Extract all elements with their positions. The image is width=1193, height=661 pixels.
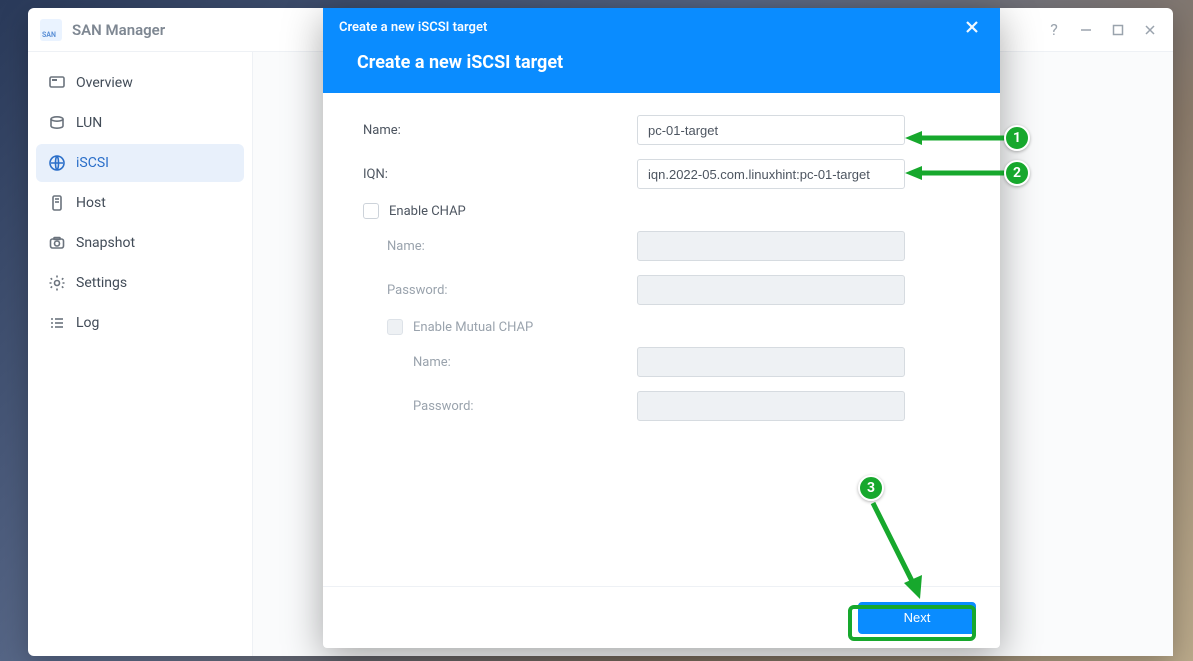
chap-name-label: Name: [363,239,637,254]
sidebar-item-iscsi[interactable]: iSCSI [36,144,244,182]
mutual-password-input [637,391,905,421]
create-iscsi-target-dialog: Create a new iSCSI target Create a new i… [323,8,1000,648]
enable-mutual-chap-row: Enable Mutual CHAP [363,319,960,335]
settings-icon [48,274,66,292]
dialog-close-button[interactable] [960,15,984,39]
mutual-name-input [637,347,905,377]
enable-mutual-chap-label: Enable Mutual CHAP [413,320,533,335]
log-icon [48,314,66,332]
close-button[interactable] [1141,21,1159,39]
app-icon [40,19,62,41]
mutual-name-label: Name: [363,355,637,370]
iscsi-icon [48,154,66,172]
minimize-button[interactable] [1077,21,1095,39]
name-row: Name: [363,115,960,145]
enable-chap-label: Enable CHAP [389,204,466,219]
maximize-button[interactable] [1109,21,1127,39]
dialog-title: Create a new iSCSI target [357,52,966,73]
dialog-title-row: Create a new iSCSI target [323,46,1000,93]
name-input[interactable] [637,115,905,145]
help-button[interactable]: ? [1045,21,1063,39]
sidebar-item-host[interactable]: Host [36,184,244,222]
sidebar-item-log[interactable]: Log [36,304,244,342]
snapshot-icon [48,234,66,252]
dialog-header: Create a new iSCSI target Create a new i… [323,8,1000,93]
sidebar-item-label: LUN [76,115,102,131]
enable-chap-checkbox[interactable] [363,203,379,219]
sidebar-item-lun[interactable]: LUN [36,104,244,142]
next-button[interactable]: Next [858,602,976,634]
name-label: Name: [363,123,637,138]
chap-name-row: Name: [363,231,960,261]
dialog-topbar: Create a new iSCSI target [323,8,1000,46]
sidebar-item-overview[interactable]: Overview [36,64,244,102]
chap-password-row: Password: [363,275,960,305]
enable-chap-row[interactable]: Enable CHAP [363,203,960,219]
app-title: SAN Manager [72,21,165,39]
mutual-password-row: Password: [363,391,960,421]
sidebar-item-label: Log [76,315,99,331]
sidebar-item-settings[interactable]: Settings [36,264,244,302]
mutual-name-row: Name: [363,347,960,377]
iqn-label: IQN: [363,167,637,182]
title-left: SAN Manager [40,19,165,41]
sidebar-item-label: Host [76,195,106,211]
sidebar-item-label: iSCSI [76,155,109,171]
sidebar-item-label: Overview [76,75,133,91]
overview-icon [48,74,66,92]
sidebar-item-snapshot[interactable]: Snapshot [36,224,244,262]
chap-password-label: Password: [363,283,637,298]
enable-mutual-chap-checkbox [387,319,403,335]
mutual-password-label: Password: [363,399,637,414]
sidebar: Overview LUN iSCSI Host [28,52,253,656]
dialog-footer: Next [323,586,1000,648]
window-controls: ? [1045,21,1159,39]
dialog-body: Name: IQN: Enable CHAP Name: Password: E… [323,93,1000,586]
lun-icon [48,114,66,132]
sidebar-item-label: Snapshot [76,235,135,251]
dialog-topbar-title: Create a new iSCSI target [339,20,487,35]
iqn-input[interactable] [637,159,905,189]
host-icon [48,194,66,212]
chap-password-input [637,275,905,305]
iqn-row: IQN: [363,159,960,189]
sidebar-item-label: Settings [76,275,127,291]
chap-name-input [637,231,905,261]
